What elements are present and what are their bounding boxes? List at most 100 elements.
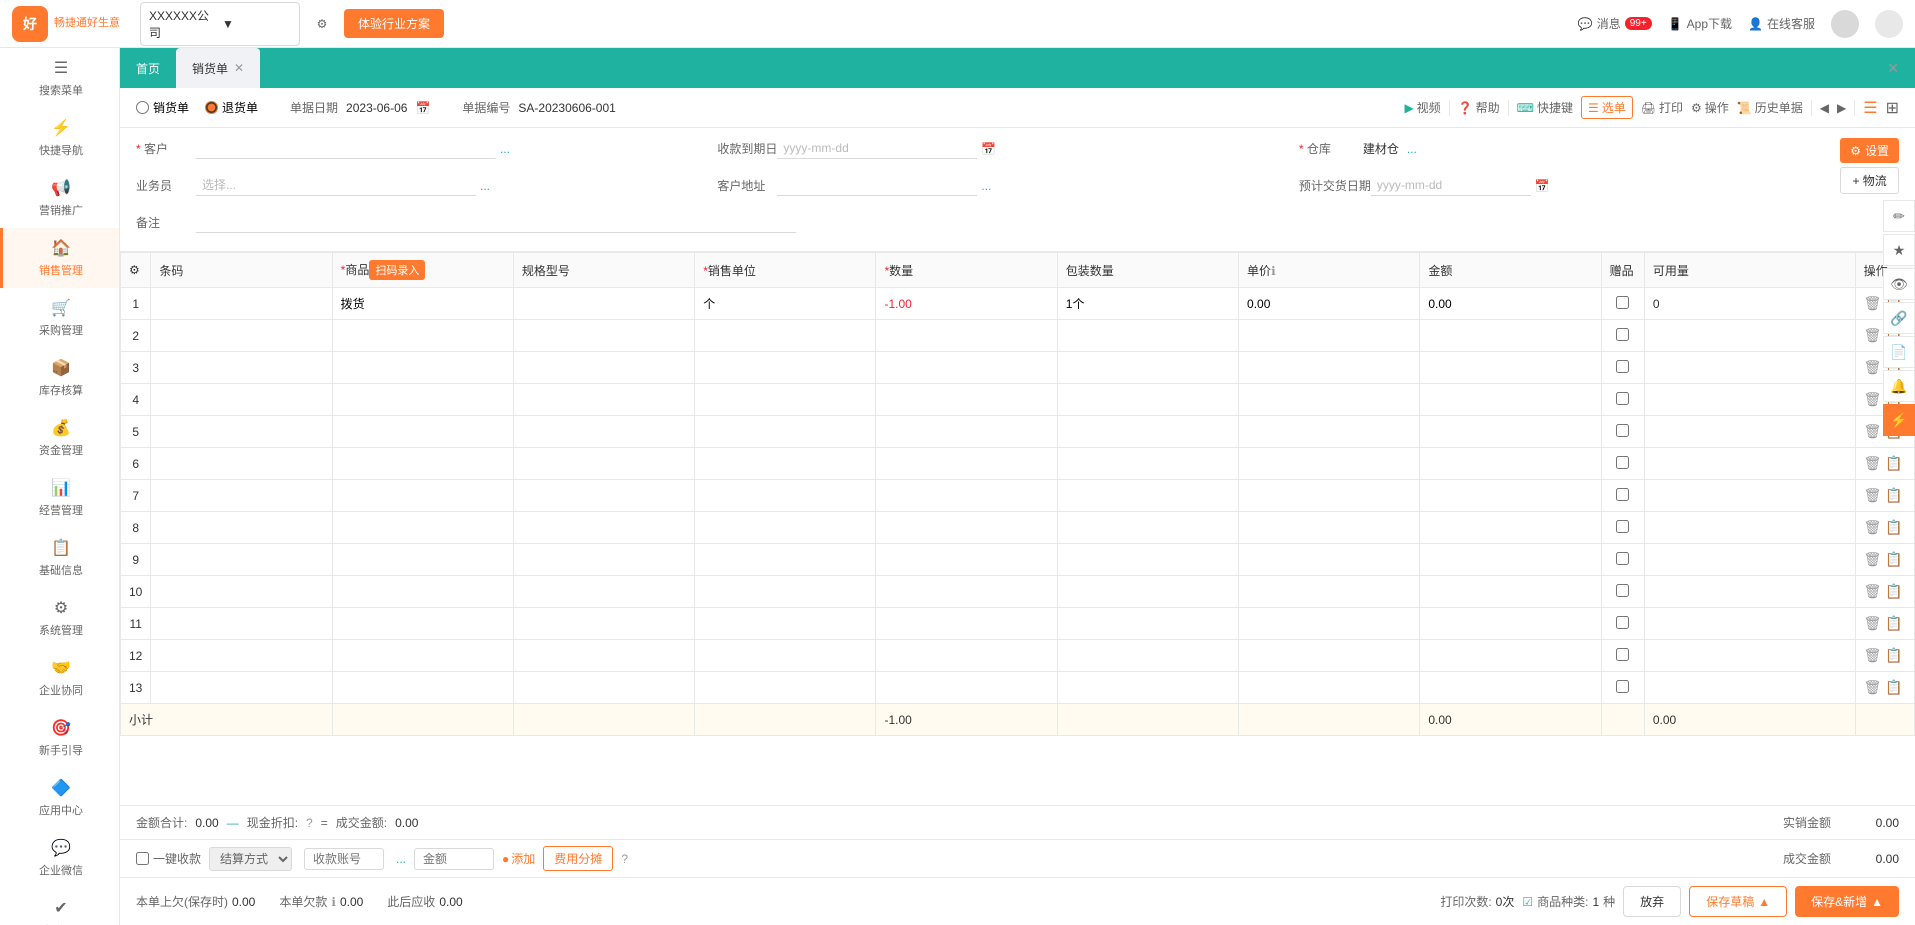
unit-price-input-9[interactable] [1247, 553, 1411, 567]
amount-input-4[interactable] [1428, 393, 1592, 407]
cell-pack-qty-3[interactable] [1057, 352, 1238, 384]
cell-barcode-4[interactable] [151, 384, 332, 416]
scan-btn[interactable]: 扫码录入 [369, 260, 425, 280]
save-new-button[interactable]: 保存&新增 ▲ [1795, 886, 1899, 917]
barcode-input-8[interactable] [159, 521, 323, 535]
cell-unit-6[interactable] [695, 448, 876, 480]
cell-barcode-13[interactable] [151, 672, 332, 704]
cell-pack-qty-8[interactable] [1057, 512, 1238, 544]
unit-price-input-13[interactable] [1247, 681, 1411, 695]
cell-amount-5[interactable] [1420, 416, 1601, 448]
spec-input-12[interactable] [522, 649, 686, 663]
list-view-icon[interactable]: ☰ [1863, 98, 1877, 118]
cell-qty-5[interactable] [876, 416, 1057, 448]
float-eye-btn[interactable]: 👁 [1883, 268, 1915, 300]
barcode-input-3[interactable] [159, 361, 323, 375]
qty-input-7[interactable] [884, 489, 1048, 503]
cell-spec-3[interactable] [513, 352, 694, 384]
unit-input-7[interactable] [703, 489, 867, 503]
pack-qty-input-5[interactable] [1066, 425, 1230, 439]
unit-input-4[interactable] [703, 393, 867, 407]
operation-btn[interactable]: ⚙ 操作 [1691, 99, 1729, 116]
cell-pack-qty-9[interactable] [1057, 544, 1238, 576]
qty-input-6[interactable] [884, 457, 1048, 471]
float-edit-btn[interactable]: ✏ [1883, 200, 1915, 232]
unit-price-input-12[interactable] [1247, 649, 1411, 663]
cell-barcode-10[interactable] [151, 576, 332, 608]
cell-unit-13[interactable] [695, 672, 876, 704]
copy-row-btn-10[interactable]: 📋 [1885, 583, 1902, 600]
delete-row-btn-9[interactable]: 🗑 [1864, 551, 1882, 568]
amount-input[interactable] [414, 848, 494, 870]
cell-unit-2[interactable] [695, 320, 876, 352]
expected-cal-icon[interactable]: 📅 [1535, 179, 1550, 193]
product-input-3[interactable] [341, 361, 505, 375]
unit-input-10[interactable] [703, 585, 867, 599]
radio-return-input[interactable] [205, 101, 218, 114]
tab-home[interactable]: 首页 [120, 48, 176, 88]
calc-info-icon[interactable]: — [227, 816, 239, 830]
spec-input-9[interactable] [522, 553, 686, 567]
cell-amount-2[interactable] [1420, 320, 1601, 352]
float-bell-btn[interactable]: 🔔 [1883, 370, 1915, 402]
cell-unit-price-12[interactable] [1239, 640, 1420, 672]
salesperson-dots[interactable]: ... [480, 179, 490, 193]
cell-barcode-12[interactable] [151, 640, 332, 672]
warehouse-dots[interactable]: ... [1407, 142, 1417, 156]
barcode-input-13[interactable] [159, 681, 323, 695]
cell-amount-13[interactable] [1420, 672, 1601, 704]
barcode-input-7[interactable] [159, 489, 323, 503]
payment-cal-icon[interactable]: 📅 [981, 142, 996, 156]
cell-product-5[interactable] [332, 416, 513, 448]
spec-input-2[interactable] [522, 329, 686, 343]
cell-gift-9[interactable] [1601, 544, 1644, 576]
cell-spec-1[interactable] [513, 288, 694, 320]
gift-checkbox-9[interactable] [1616, 552, 1629, 565]
product-input-2[interactable] [341, 329, 505, 343]
customer-addr-input[interactable] [777, 175, 977, 196]
delete-row-btn-10[interactable]: 🗑 [1864, 583, 1882, 600]
cell-spec-9[interactable] [513, 544, 694, 576]
qty-input-12[interactable] [884, 649, 1048, 663]
cell-spec-2[interactable] [513, 320, 694, 352]
video-btn[interactable]: ▶ 视频 [1404, 99, 1440, 116]
barcode-input-2[interactable] [159, 329, 323, 343]
radio-sales-input[interactable] [136, 101, 149, 114]
pack-qty-input-2[interactable] [1066, 329, 1230, 343]
unit-input-9[interactable] [703, 553, 867, 567]
barcode-input-12[interactable] [159, 649, 323, 663]
unit-input-11[interactable] [703, 617, 867, 631]
customer-input[interactable] [196, 138, 496, 159]
float-action-btn[interactable]: ⚡ [1883, 404, 1915, 436]
cell-gift-13[interactable] [1601, 672, 1644, 704]
th-settings[interactable]: ⚙ [121, 253, 151, 288]
cell-unit-1[interactable] [695, 288, 876, 320]
qty-input-8[interactable] [884, 521, 1048, 535]
cell-spec-6[interactable] [513, 448, 694, 480]
spec-input-1[interactable] [522, 297, 686, 311]
unit-input-13[interactable] [703, 681, 867, 695]
cell-amount-8[interactable] [1420, 512, 1601, 544]
history-btn[interactable]: 📜 历史单据 [1737, 99, 1803, 116]
cell-pack-qty-5[interactable] [1057, 416, 1238, 448]
account-dots[interactable]: ... [396, 852, 406, 866]
cell-unit-price-5[interactable] [1239, 416, 1420, 448]
pack-qty-input-6[interactable] [1066, 457, 1230, 471]
company-selector[interactable]: XXXXXX公司 ▼ [140, 2, 300, 46]
cell-amount-10[interactable] [1420, 576, 1601, 608]
amount-input-8[interactable] [1428, 521, 1592, 535]
unit-price-input-7[interactable] [1247, 489, 1411, 503]
one-click-payment-label[interactable]: 一键收款 [136, 850, 201, 867]
sidebar-item-search[interactable]: ☰ 搜索菜单 [0, 48, 119, 108]
sidebar-item-operations[interactable]: 📊 经营管理 [0, 468, 119, 528]
cell-spec-13[interactable] [513, 672, 694, 704]
gift-checkbox-11[interactable] [1616, 616, 1629, 629]
unit-input-8[interactable] [703, 521, 867, 535]
delete-row-btn-5[interactable]: 🗑 [1864, 423, 1882, 440]
float-star-btn[interactable]: ★ [1883, 234, 1915, 266]
pack-qty-input-8[interactable] [1066, 521, 1230, 535]
trial-button[interactable]: 体验行业方案 [344, 9, 444, 38]
delete-row-btn-1[interactable]: 🗑 [1864, 295, 1882, 312]
sidebar-item-marketing[interactable]: 📢 营销推广 [0, 168, 119, 228]
barcode-input-6[interactable] [159, 457, 323, 471]
